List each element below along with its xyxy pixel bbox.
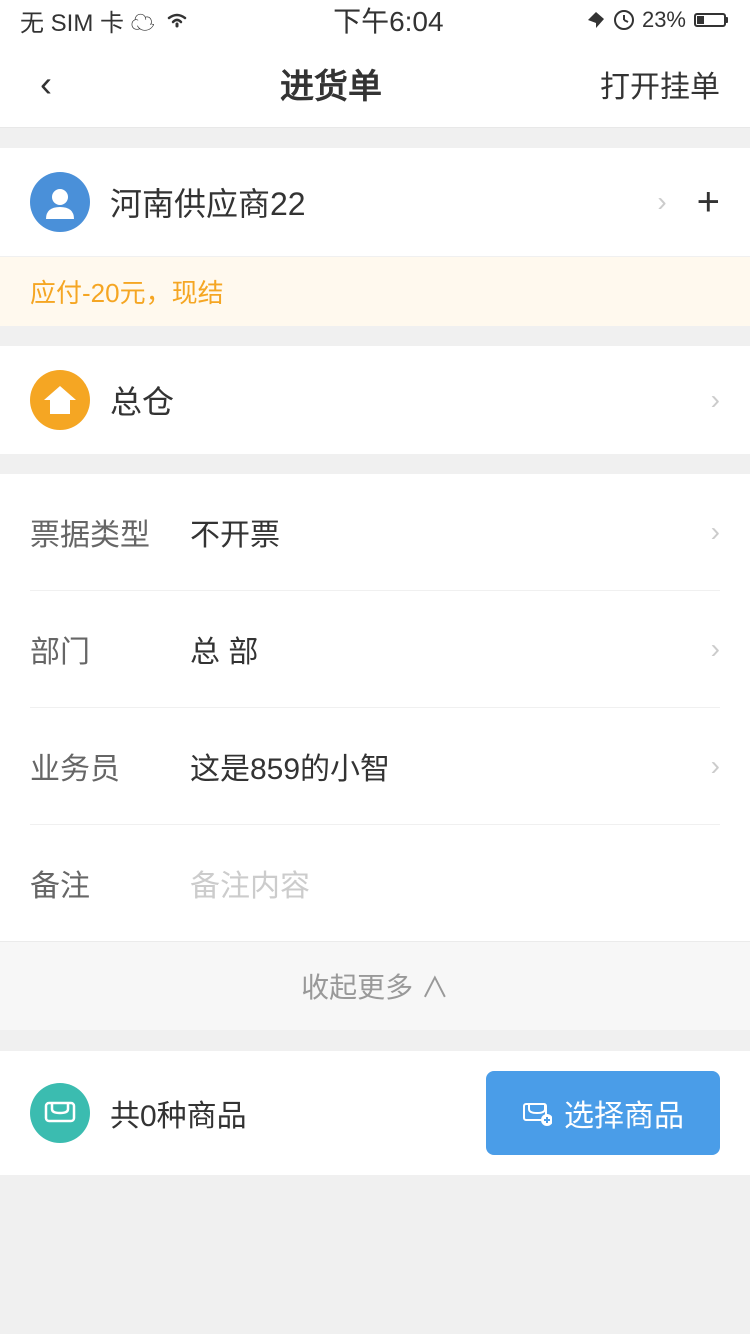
sim-label: 无 SIM 卡 ☁	[20, 3, 155, 38]
supplier-avatar	[30, 172, 90, 232]
warehouse-row[interactable]: 总仓 ›	[0, 346, 750, 454]
wifi-icon	[163, 10, 191, 30]
invoice-type-label: 票据类型	[30, 510, 170, 554]
department-value: 总 部	[170, 627, 711, 671]
back-button[interactable]: ‹	[30, 53, 62, 115]
salesperson-label: 业务员	[30, 744, 170, 788]
status-bar: 无 SIM 卡 ☁ 下午6:04 23%	[0, 0, 750, 40]
location-icon	[586, 10, 606, 30]
salesperson-chevron-icon: ›	[711, 750, 720, 782]
department-row[interactable]: 部门 总 部 ›	[0, 591, 750, 707]
section-gap-2	[0, 326, 750, 346]
cart-icon	[42, 1095, 78, 1131]
warehouse-card[interactable]: 总仓 ›	[0, 346, 750, 454]
status-right: 23%	[586, 7, 730, 33]
salesperson-row[interactable]: 业务员 这是859的小智 ›	[0, 708, 750, 824]
invoice-type-chevron-icon: ›	[711, 516, 720, 548]
warehouse-icon	[30, 370, 90, 430]
section-gap-3	[0, 454, 750, 474]
warehouse-name: 总仓	[110, 377, 711, 423]
open-pending-button[interactable]: 打开挂单	[600, 62, 720, 106]
battery-label: 23%	[642, 7, 686, 33]
form-card: 票据类型 不开票 › 部门 总 部 › 业务员 这是859的小智 › 备注 备注…	[0, 474, 750, 1030]
remark-label: 备注	[30, 861, 170, 905]
invoice-type-row[interactable]: 票据类型 不开票 ›	[0, 474, 750, 590]
clock-icon	[614, 10, 634, 30]
collapse-button[interactable]: 收起更多 ∧	[0, 941, 750, 1030]
notice-bar: 应付-20元，现结	[0, 257, 750, 326]
bottom-bar: 共0种商品 选择商品	[0, 1050, 750, 1175]
warehouse-chevron-icon: ›	[711, 384, 720, 416]
product-count-label: 共0种商品	[110, 1091, 466, 1135]
nav-bar: ‹ 进货单 打开挂单	[0, 40, 750, 128]
user-icon	[41, 183, 79, 221]
collapse-label: 收起更多 ∧	[301, 972, 449, 1003]
section-gap-4	[0, 1030, 750, 1050]
salesperson-value: 这是859的小智	[170, 744, 711, 788]
select-product-label: 选择商品	[564, 1091, 684, 1135]
page-title: 进货单	[280, 59, 382, 108]
department-chevron-icon: ›	[711, 633, 720, 665]
product-icon	[30, 1083, 90, 1143]
supplier-name: 河南供应商22	[110, 179, 657, 225]
battery-icon	[694, 11, 730, 29]
supplier-card: 河南供应商22 › + 应付-20元，现结	[0, 148, 750, 326]
status-left: 无 SIM 卡 ☁	[20, 3, 191, 38]
notice-text: 应付-20元，现结	[30, 278, 224, 308]
department-label: 部门	[30, 627, 170, 671]
status-time: 下午6:04	[333, 0, 444, 40]
section-gap-1	[0, 128, 750, 148]
select-cart-icon	[522, 1098, 552, 1128]
supplier-row[interactable]: 河南供应商22 › +	[0, 148, 750, 257]
remark-row[interactable]: 备注 备注内容	[0, 825, 750, 941]
supplier-chevron-icon: ›	[657, 186, 666, 218]
invoice-type-value: 不开票	[170, 510, 711, 554]
remark-input[interactable]: 备注内容	[170, 861, 720, 905]
select-product-button[interactable]: 选择商品	[486, 1071, 720, 1155]
house-icon	[42, 382, 78, 418]
add-supplier-button[interactable]: +	[697, 180, 720, 225]
